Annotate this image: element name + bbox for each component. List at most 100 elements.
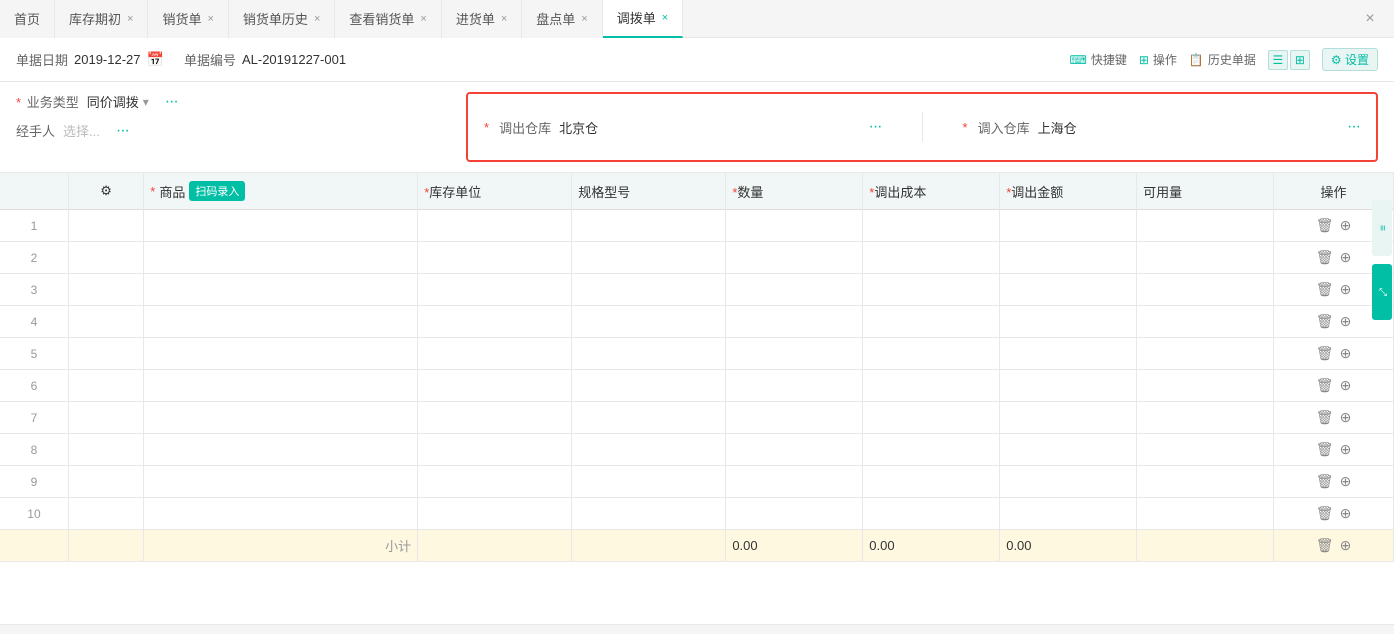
copy-icon[interactable]: ⊕ bbox=[1340, 409, 1352, 426]
sidebar-list-button[interactable]: ≡ bbox=[1372, 200, 1392, 256]
delete-icon[interactable]: 🗑 bbox=[1316, 505, 1334, 522]
history-button[interactable]: 📋 历史单据 bbox=[1189, 51, 1256, 68]
row-unit bbox=[418, 274, 572, 306]
row-available bbox=[1137, 306, 1274, 338]
tab-purchase-order[interactable]: 进货单× bbox=[442, 0, 522, 38]
col-cost-header: *调出成本 bbox=[863, 173, 1000, 210]
tab-close-transfer[interactable]: × bbox=[662, 12, 668, 24]
copy-icon[interactable]: ⊕ bbox=[1340, 313, 1352, 330]
row-product[interactable] bbox=[144, 370, 418, 402]
table-row: 9🗑⊕ bbox=[0, 466, 1394, 498]
tab-inventory-init[interactable]: 库存期初× bbox=[55, 0, 148, 38]
row-unit bbox=[418, 210, 572, 242]
calendar-icon[interactable]: 📅 bbox=[147, 51, 164, 68]
copy-icon[interactable]: ⊕ bbox=[1340, 345, 1352, 362]
copy-icon[interactable]: ⊕ bbox=[1340, 537, 1352, 554]
tab-view-sales[interactable]: 查看销货单× bbox=[335, 0, 441, 38]
row-amount bbox=[1000, 306, 1137, 338]
tab-close-sales-history[interactable]: × bbox=[314, 13, 320, 25]
bottom-scrollbar[interactable] bbox=[0, 624, 1394, 634]
business-type-dropdown-icon: ▾ bbox=[143, 95, 149, 109]
row-product[interactable] bbox=[144, 210, 418, 242]
row-cost bbox=[863, 306, 1000, 338]
col-spec-header: 规格型号 bbox=[572, 173, 726, 210]
col-unit-header: *库存单位 bbox=[418, 173, 572, 210]
transfer-in-more-button[interactable]: ··· bbox=[1347, 118, 1360, 136]
row-spec bbox=[572, 434, 726, 466]
table-row: 小计0.000.000.00🗑⊕ bbox=[0, 530, 1394, 562]
business-type-select[interactable]: 同价调拨 ▾ bbox=[87, 92, 149, 111]
tab-close-inventory-init[interactable]: × bbox=[127, 13, 133, 25]
operator-more-button[interactable]: ··· bbox=[116, 122, 129, 140]
operator-input[interactable]: 选择... bbox=[63, 121, 100, 140]
tab-close-purchase-order[interactable]: × bbox=[501, 13, 507, 25]
row-product[interactable] bbox=[144, 306, 418, 338]
row-unit bbox=[418, 306, 572, 338]
row-available bbox=[1137, 466, 1274, 498]
tab-inventory-count[interactable]: 盘点单× bbox=[522, 0, 602, 38]
table-row: 1 🗑 ⊕ bbox=[0, 210, 1394, 242]
table-row: 8🗑⊕ bbox=[0, 434, 1394, 466]
row-product[interactable] bbox=[144, 498, 418, 530]
row-spec bbox=[572, 466, 726, 498]
row-qty bbox=[726, 338, 863, 370]
col-settings-header[interactable]: ⚙ bbox=[68, 173, 143, 210]
qty-required-star: * bbox=[732, 185, 737, 200]
row-available bbox=[1137, 242, 1274, 274]
business-type-field: * 业务类型 同价调拨 ▾ ··· bbox=[16, 92, 446, 111]
row-qty bbox=[726, 242, 863, 274]
row-product[interactable] bbox=[144, 434, 418, 466]
scan-button[interactable]: 扫码录入 bbox=[189, 181, 245, 201]
tab-home[interactable]: 首页 bbox=[0, 0, 55, 38]
delete-icon[interactable]: 🗑 bbox=[1316, 473, 1334, 490]
sidebar-expand-button[interactable]: ⤢ bbox=[1372, 264, 1392, 320]
row-product[interactable] bbox=[144, 402, 418, 434]
business-type-more-button[interactable]: ··· bbox=[165, 93, 178, 111]
row-product[interactable] bbox=[144, 338, 418, 370]
tab-close-view-sales[interactable]: × bbox=[420, 13, 426, 25]
subtotal-cost: 0.00 bbox=[863, 530, 1000, 562]
doc-number-field: 单据编号 AL-20191227-001 bbox=[184, 50, 346, 69]
copy-icon[interactable]: ⊕ bbox=[1340, 249, 1352, 266]
copy-icon[interactable]: ⊕ bbox=[1340, 473, 1352, 490]
doc-number-label: 单据编号 bbox=[184, 50, 236, 69]
tab-transfer[interactable]: 调拨单× bbox=[603, 0, 683, 38]
row-product[interactable] bbox=[144, 242, 418, 274]
transfer-out-label: 调出仓库 bbox=[499, 118, 551, 137]
copy-icon[interactable]: ⊕ bbox=[1340, 505, 1352, 522]
row-available bbox=[1137, 338, 1274, 370]
copy-icon[interactable]: ⊕ bbox=[1340, 377, 1352, 394]
transfer-out-more-button[interactable]: ··· bbox=[869, 118, 882, 136]
tab-sales-history[interactable]: 销货单历史× bbox=[229, 0, 335, 38]
row-cost bbox=[863, 498, 1000, 530]
table-row: 4🗑⊕ bbox=[0, 306, 1394, 338]
view-list-button[interactable]: ☰ bbox=[1268, 50, 1288, 70]
copy-icon[interactable]: ⊕ bbox=[1340, 217, 1352, 234]
row-product[interactable] bbox=[144, 274, 418, 306]
row-amount bbox=[1000, 402, 1137, 434]
tab-close-sales-order[interactable]: × bbox=[207, 13, 213, 25]
row-unit bbox=[418, 530, 572, 562]
delete-icon[interactable]: 🗑 bbox=[1316, 441, 1334, 458]
shortcut-button[interactable]: ⌨ 快捷键 bbox=[1069, 51, 1126, 68]
delete-icon[interactable]: 🗑 bbox=[1316, 249, 1334, 266]
tab-sales-order[interactable]: 销货单× bbox=[148, 0, 228, 38]
view-grid-button[interactable]: ⊞ bbox=[1290, 50, 1310, 70]
row-number: 1 bbox=[0, 210, 68, 242]
operations-button[interactable]: ⊞ 操作 bbox=[1139, 51, 1177, 68]
row-product[interactable] bbox=[144, 466, 418, 498]
row-unit bbox=[418, 466, 572, 498]
delete-icon[interactable]: 🗑 bbox=[1316, 281, 1334, 298]
delete-icon[interactable]: 🗑 bbox=[1316, 377, 1334, 394]
tab-close-inventory-count[interactable]: × bbox=[581, 13, 587, 25]
delete-icon[interactable]: 🗑 bbox=[1316, 345, 1334, 362]
row-available bbox=[1137, 434, 1274, 466]
row-settings bbox=[68, 530, 143, 562]
row-settings bbox=[68, 338, 143, 370]
copy-icon[interactable]: ⊕ bbox=[1340, 281, 1352, 298]
copy-icon[interactable]: ⊕ bbox=[1340, 441, 1352, 458]
delete-icon[interactable]: 🗑 bbox=[1316, 313, 1334, 330]
delete-icon[interactable]: 🗑 bbox=[1316, 409, 1334, 426]
delete-icon[interactable]: 🗑 bbox=[1316, 537, 1334, 554]
delete-icon[interactable]: 🗑 bbox=[1316, 217, 1334, 234]
